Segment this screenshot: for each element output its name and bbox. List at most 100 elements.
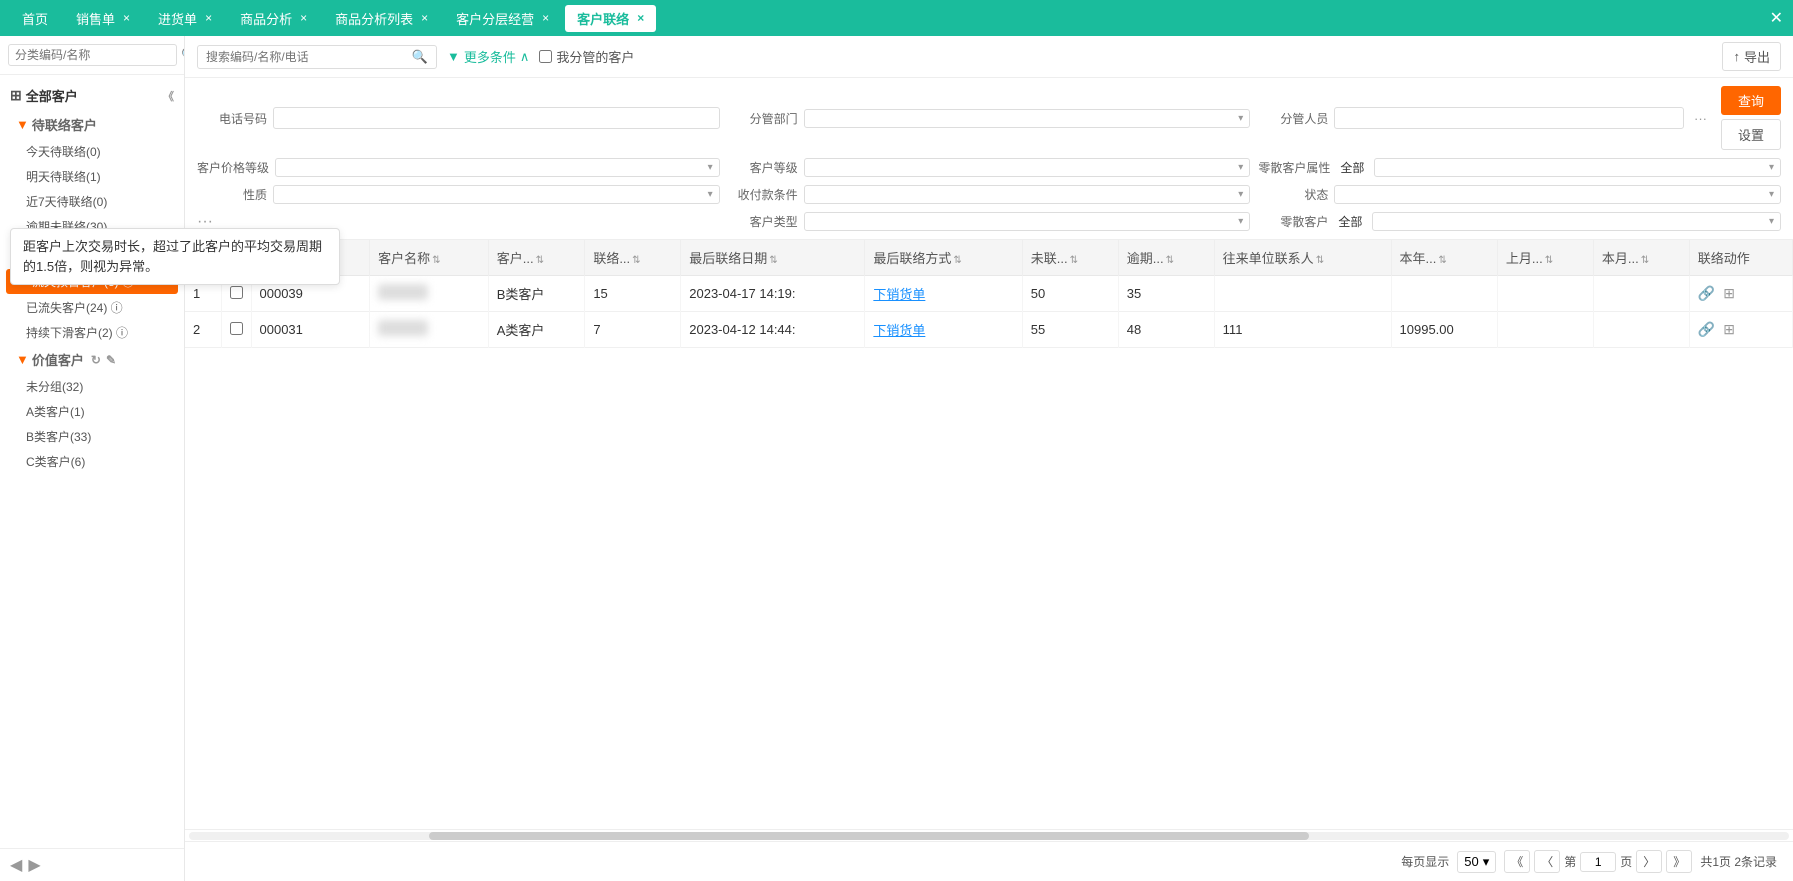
row-checkbox-2[interactable] [230, 322, 243, 335]
edit-icon[interactable]: ✎ [106, 353, 116, 367]
row-checkbox-1[interactable] [230, 286, 243, 299]
close-product-analysis-list-icon[interactable]: × [421, 11, 428, 25]
close-sales-icon[interactable]: × [123, 11, 130, 25]
filter-select-price-grade[interactable]: ▾ [275, 158, 720, 177]
col-current-year[interactable]: 本年...⇅ [1391, 240, 1497, 276]
query-button[interactable]: 查询 [1721, 86, 1781, 115]
tree-item-lost[interactable]: 已流失客户(24) ⓘ [0, 295, 184, 320]
last-page-button[interactable]: 》 [1666, 850, 1692, 873]
tree-item-class-c[interactable]: C类客户(6) [0, 449, 184, 474]
cell-last-method-1: 下销货单 [865, 276, 1022, 312]
collapse-sidebar-btn[interactable]: 《 [163, 88, 174, 104]
close-product-analysis-icon[interactable]: × [300, 11, 307, 25]
my-customers-checkbox[interactable] [539, 50, 552, 63]
col-contact-count[interactable]: 联络...⇅ [585, 240, 681, 276]
per-page-label: 每页显示 [1401, 853, 1449, 870]
nav-customer-contact[interactable]: 客户联络 × [565, 5, 656, 32]
horizontal-scrollbar[interactable] [185, 829, 1793, 841]
filter-input-manager[interactable] [1334, 107, 1684, 129]
close-customer-contact-icon[interactable]: × [637, 11, 644, 25]
tree-item-declining[interactable]: 持续下滑客户(2) ⓘ [0, 320, 184, 345]
main-search-input[interactable] [206, 50, 408, 64]
group-pending-contact[interactable]: ▼ 待联络客户 [0, 110, 184, 139]
cell-not-contacted-1: 50 [1022, 276, 1118, 312]
col-last-contact-date[interactable]: 最后联络日期⇅ [681, 240, 865, 276]
filter-select-dept[interactable]: ▾ [804, 109, 1251, 128]
filter-label-retail-attr: 零散客户属性 [1258, 159, 1330, 176]
tree-item-ungrouped[interactable]: 未分组(32) [0, 374, 184, 399]
last-method-link-2[interactable]: 下销货单 [873, 323, 925, 338]
page-input[interactable] [1580, 852, 1616, 872]
cell-overdue-1: 35 [1118, 276, 1214, 312]
next-page-button[interactable]: 〉 [1636, 850, 1662, 873]
nav-purchase[interactable]: 进货单 × [146, 5, 224, 32]
nav-customer-tier[interactable]: 客户分层经营 × [444, 5, 561, 32]
filter-select-customer-grade[interactable]: ▾ [804, 158, 1251, 177]
scroll-thumb[interactable] [429, 832, 1309, 840]
page-unit: 页 [1620, 853, 1632, 870]
action-grid-icon-1[interactable]: ⊞ [1723, 285, 1735, 302]
col-current-month[interactable]: 本月...⇅ [1593, 240, 1689, 276]
tree-item-7days[interactable]: 近7天待联络(0) [0, 189, 184, 214]
cell-contact-2: 7 [585, 312, 681, 348]
action-icons-1: 🔗 ⊞ [1698, 285, 1784, 302]
sidebar-scroll-left-icon[interactable]: ◀ [10, 855, 22, 875]
sidebar-search-input[interactable] [8, 44, 177, 66]
action-grid-icon-2[interactable]: ⊞ [1723, 321, 1735, 338]
cell-type-2: A类客户 [488, 312, 585, 348]
action-link-icon-1[interactable]: 🔗 [1698, 285, 1715, 302]
scroll-track [189, 832, 1789, 840]
col-contact-person[interactable]: 往来单位联系人⇅ [1214, 240, 1391, 276]
filter-select-status[interactable]: ▾ [1334, 185, 1781, 204]
settings-button[interactable]: 设置 [1721, 119, 1781, 150]
col-last-contact-method[interactable]: 最后联络方式⇅ [865, 240, 1022, 276]
prev-page-button[interactable]: 〈 [1534, 850, 1560, 873]
last-method-link-1[interactable]: 下销货单 [873, 287, 925, 302]
dots-icon[interactable]: ··· [1694, 111, 1707, 126]
nav-product-analysis[interactable]: 商品分析 × [228, 5, 319, 32]
first-page-button[interactable]: 《 [1504, 850, 1530, 873]
nav-product-analysis-list[interactable]: 商品分析列表 × [323, 5, 440, 32]
filter-select-nature[interactable]: ▾ [273, 185, 720, 204]
cell-year-1 [1391, 276, 1497, 312]
close-purchase-icon[interactable]: × [205, 11, 212, 25]
chevron-down-icon3: ▾ [1238, 162, 1243, 173]
table-row: 1 000039 B类客户 15 2023-04-17 14:19: 下销货单 [185, 276, 1793, 312]
nav-home[interactable]: 首页 [10, 5, 60, 32]
col-not-contacted[interactable]: 未联...⇅ [1022, 240, 1118, 276]
per-page-select[interactable]: 50 ▾ [1457, 851, 1496, 873]
tree-item-tomorrow[interactable]: 明天待联络(1) [0, 164, 184, 189]
filter-select-payment[interactable]: ▾ [804, 185, 1251, 204]
col-customer-type[interactable]: 客户...⇅ [488, 240, 585, 276]
filter-select-retail-customer[interactable]: ▾ [1372, 212, 1781, 231]
refresh-icon[interactable]: ↻ [91, 353, 101, 367]
window-close-button[interactable]: ✕ [1770, 8, 1783, 28]
col-customer-name[interactable]: 客户名称⇅ [370, 240, 489, 276]
filter-select-customer-type[interactable]: ▾ [804, 212, 1251, 231]
filter-input-phone[interactable] [273, 107, 720, 129]
col-overdue[interactable]: 逾期...⇅ [1118, 240, 1214, 276]
sort-icon12: ⇅ [1641, 255, 1649, 266]
tree-item-class-b[interactable]: B类客户(33) [0, 424, 184, 449]
chevron-down-icon4: ▾ [1769, 162, 1774, 173]
tree-item-today[interactable]: 今天待联络(0) [0, 139, 184, 164]
more-filters-btn[interactable]: ▼ 更多条件 ∧ [447, 47, 529, 66]
col-last-month[interactable]: 上月...⇅ [1497, 240, 1593, 276]
filter-row-status: 状态 ▾ [1258, 185, 1781, 204]
tree-item-class-a[interactable]: A类客户(1) [0, 399, 184, 424]
chevron-down-icon6: ▾ [1238, 189, 1243, 200]
filter-bar: 🔍 ▼ 更多条件 ∧ 我分管的客户 ↑ 导出 [185, 36, 1793, 78]
filter-label-customer-type: 客户类型 [728, 213, 798, 230]
main-search-icon[interactable]: 🔍 [412, 49, 428, 65]
nav-sales[interactable]: 销售单 × [64, 5, 142, 32]
group-arrow-icon: ▼ [16, 117, 29, 132]
all-customers-header[interactable]: ⊞ 全部客户 《 [0, 81, 184, 110]
close-customer-tier-icon[interactable]: × [542, 11, 549, 25]
filter-label-price-grade: 客户价格等级 [197, 159, 269, 176]
sort-icon4: ⇅ [632, 255, 640, 266]
action-link-icon-2[interactable]: 🔗 [1698, 321, 1715, 338]
sidebar-scroll-right-icon[interactable]: ▶ [28, 855, 40, 875]
filter-select-retail-attr[interactable]: ▾ [1374, 158, 1781, 177]
export-button[interactable]: ↑ 导出 [1722, 42, 1781, 71]
group-value-customers[interactable]: ▼ 价值客户 ↻ ✎ [0, 345, 184, 374]
